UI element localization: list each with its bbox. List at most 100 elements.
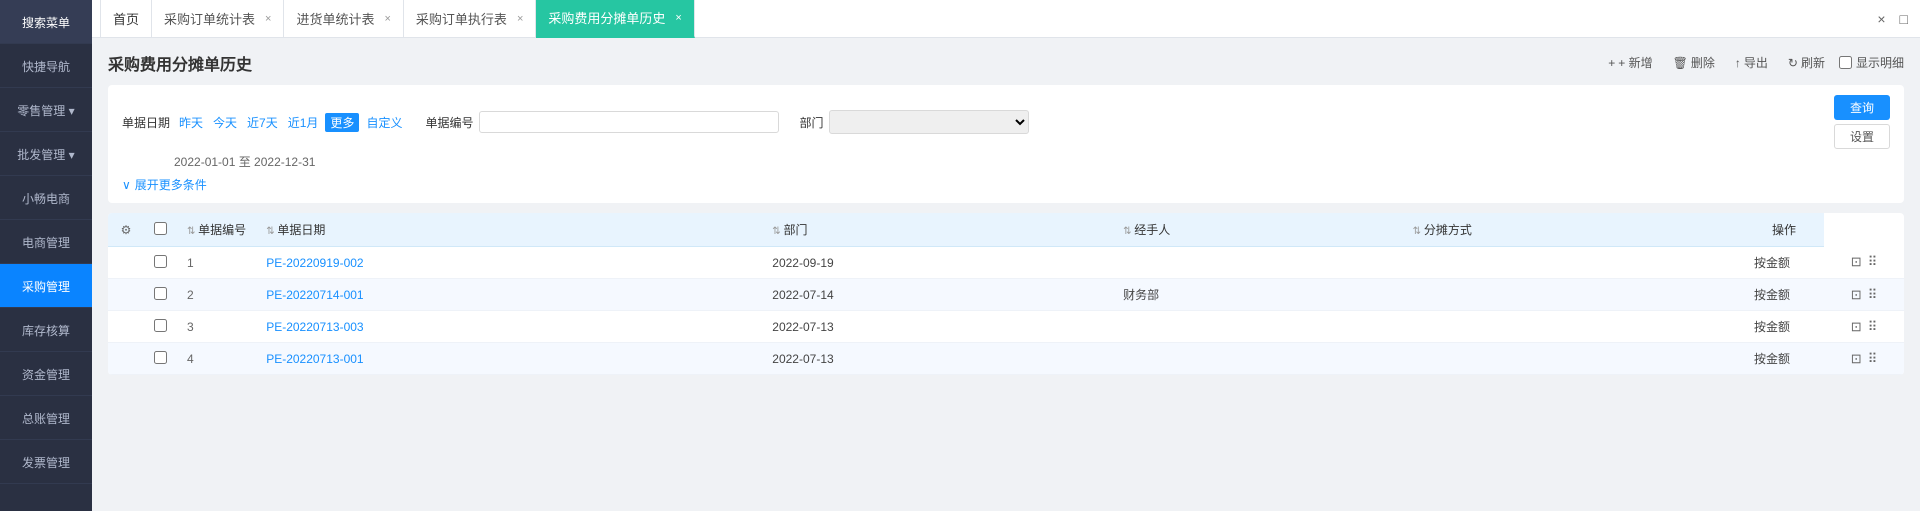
data-table-container: ⚙ 单据编号 单据日期 部门 经手人 分摊方式 操作 1 PE [108, 213, 1904, 375]
sidebar-item-quick-nav[interactable]: 快捷导航 [0, 44, 92, 88]
table-header-split-method[interactable]: 分摊方式 [1403, 213, 1744, 247]
table-body: 1 PE-20220919-002 2022-09-19 按金额 ⊡ ⠿ 2 P… [108, 247, 1904, 375]
add-button[interactable]: + + 新增 [1602, 50, 1658, 75]
show-columns-toggle[interactable]: 显示明细 [1839, 54, 1904, 71]
chevron-down-icon: ▾ [69, 148, 75, 162]
row-doc-number-1[interactable]: PE-20220714-001 [256, 279, 762, 311]
expand-conditions-button[interactable]: ∨ 展开更多条件 [122, 176, 1890, 193]
row-more-icon-0[interactable]: ⠿ [1868, 254, 1878, 270]
tab-purchase-order-exec[interactable]: 采购订单执行表 × [404, 0, 536, 38]
row-department-3 [1113, 343, 1403, 375]
table-header-checkbox[interactable] [144, 213, 177, 247]
sidebar-item-wholesale[interactable]: 批发管理 ▾ [0, 132, 92, 176]
tab-close-all-button[interactable]: × [1873, 9, 1889, 29]
row-handler-3 [1403, 343, 1744, 375]
expand-row: ∨ 展开更多条件 [122, 176, 1890, 193]
row-seq-2: 3 [177, 311, 256, 343]
delete-button[interactable]: 🗑 删除 [1667, 50, 1721, 75]
doc-number-input[interactable] [479, 111, 779, 133]
row-gear-1 [108, 279, 144, 311]
refresh-icon: ↻ [1788, 56, 1798, 70]
delete-icon: 🗑 [1673, 56, 1688, 70]
row-department-0 [1113, 247, 1403, 279]
sidebar-item-accounting[interactable]: 总账管理 [0, 396, 92, 440]
row-more-icon-3[interactable]: ⠿ [1868, 351, 1878, 367]
export-button[interactable]: ↑ 导出 [1729, 50, 1774, 75]
sidebar-item-finance[interactable]: 资金管理 [0, 352, 92, 396]
row-doc-number-0[interactable]: PE-20220919-002 [256, 247, 762, 279]
search-button[interactable]: 查询 [1834, 95, 1890, 120]
row-doc-date-3: 2022-07-13 [762, 343, 1113, 375]
row-view-icon-1[interactable]: ⊡ [1851, 287, 1862, 303]
toolbar: + + 新增 🗑 删除 ↑ 导出 ↻ 刷新 显示明细 [1602, 50, 1904, 75]
filter-area: 单据日期 昨天 今天 近7天 近1月 更多 自定义 单据编号 [108, 85, 1904, 203]
tab-purchase-cost-history[interactable]: 采购费用分摊单历史 × [536, 0, 694, 38]
row-checkbox-3[interactable] [144, 343, 177, 375]
sidebar-item-retail[interactable]: 零售管理 ▾ [0, 88, 92, 132]
table-header-gear[interactable]: ⚙ [108, 213, 144, 247]
row-doc-date-0: 2022-09-19 [762, 247, 1113, 279]
filter-row: 单据日期 昨天 今天 近7天 近1月 更多 自定义 单据编号 [122, 95, 1890, 149]
sidebar-item-invoice[interactable]: 发票管理 [0, 440, 92, 484]
row-actions-2: ⊡ ⠿ [1824, 311, 1904, 343]
chevron-down-icon: ∨ [122, 178, 131, 192]
tab-close-purchase-order-stat[interactable]: × [265, 13, 271, 25]
row-view-icon-3[interactable]: ⊡ [1851, 351, 1862, 367]
filter-actions: 查询 设置 [1834, 95, 1890, 149]
row-doc-date-2: 2022-07-13 [762, 311, 1113, 343]
row-gear-2 [108, 311, 144, 343]
row-actions-1: ⊡ ⠿ [1824, 279, 1904, 311]
row-department-1: 财务部 [1113, 279, 1403, 311]
table-header-doc-number[interactable]: 单据编号 [177, 213, 256, 247]
shortcut-7days[interactable]: 近7天 [244, 113, 281, 132]
row-checkbox-0[interactable] [144, 247, 177, 279]
row-handler-0 [1403, 247, 1744, 279]
sidebar-item-search[interactable]: 搜索菜单 [0, 0, 92, 44]
sidebar-item-mini-shop[interactable]: 小畅电商 [0, 176, 92, 220]
row-more-icon-2[interactable]: ⠿ [1868, 319, 1878, 335]
department-select[interactable] [829, 110, 1029, 134]
table-header-doc-date[interactable]: 单据日期 [256, 213, 762, 247]
table-header-handler[interactable]: 经手人 [1113, 213, 1403, 247]
row-checkbox-1[interactable] [144, 279, 177, 311]
shortcut-today[interactable]: 今天 [210, 113, 240, 132]
row-split-method-0: 按金额 [1744, 247, 1824, 279]
sidebar-item-purchase[interactable]: 采购管理 [0, 264, 92, 308]
table-row: 4 PE-20220713-001 2022-07-13 按金额 ⊡ ⠿ [108, 343, 1904, 375]
tab-inbound-stat[interactable]: 进货单统计表 × [284, 0, 403, 38]
tab-close-inbound-stat[interactable]: × [384, 13, 390, 25]
shortcut-custom[interactable]: 自定义 [363, 113, 405, 132]
date-filter: 单据日期 昨天 今天 近7天 近1月 更多 自定义 [122, 113, 405, 132]
shortcut-yesterday[interactable]: 昨天 [176, 113, 206, 132]
tab-home[interactable]: 首页 [100, 0, 152, 38]
row-doc-number-3[interactable]: PE-20220713-001 [256, 343, 762, 375]
row-split-method-3: 按金额 [1744, 343, 1824, 375]
table-header-row: ⚙ 单据编号 单据日期 部门 经手人 分摊方式 操作 [108, 213, 1904, 247]
sidebar-item-ecommerce[interactable]: 电商管理 [0, 220, 92, 264]
date-range-display: 2022-01-01 至 2022-12-31 [122, 153, 1890, 170]
sidebar: 搜索菜单 快捷导航 零售管理 ▾ 批发管理 ▾ 小畅电商 电商管理 采购管理 库… [0, 0, 92, 511]
shortcut-1month[interactable]: 近1月 [285, 113, 322, 132]
row-actions-3: ⊡ ⠿ [1824, 343, 1904, 375]
row-checkbox-2[interactable] [144, 311, 177, 343]
select-all-checkbox[interactable] [154, 222, 167, 235]
row-view-icon-0[interactable]: ⊡ [1851, 254, 1862, 270]
tab-close-purchase-order-exec[interactable]: × [517, 13, 523, 25]
show-columns-checkbox[interactable] [1839, 56, 1852, 69]
tab-close-purchase-cost-history[interactable]: × [675, 12, 681, 24]
tab-purchase-order-stat[interactable]: 采购订单统计表 × [152, 0, 284, 38]
shortcut-more[interactable]: 更多 [325, 113, 359, 132]
table-header-actions: 操作 [1744, 213, 1824, 247]
filter-settings-button[interactable]: 设置 [1834, 124, 1890, 149]
row-doc-number-2[interactable]: PE-20220713-003 [256, 311, 762, 343]
row-more-icon-1[interactable]: ⠿ [1868, 287, 1878, 303]
add-icon: + [1608, 56, 1615, 70]
row-actions-0: ⊡ ⠿ [1824, 247, 1904, 279]
table-header-department[interactable]: 部门 [762, 213, 1113, 247]
refresh-button[interactable]: ↻ 刷新 [1782, 50, 1831, 75]
page-header: 采购费用分摊单历史 + + 新增 🗑 删除 ↑ 导出 ↻ 刷新 [108, 50, 1904, 75]
sidebar-item-inventory[interactable]: 库存核算 [0, 308, 92, 352]
tab-maximize-button[interactable]: □ [1896, 9, 1912, 29]
row-view-icon-2[interactable]: ⊡ [1851, 319, 1862, 335]
page-title: 采购费用分摊单历史 [108, 51, 252, 75]
